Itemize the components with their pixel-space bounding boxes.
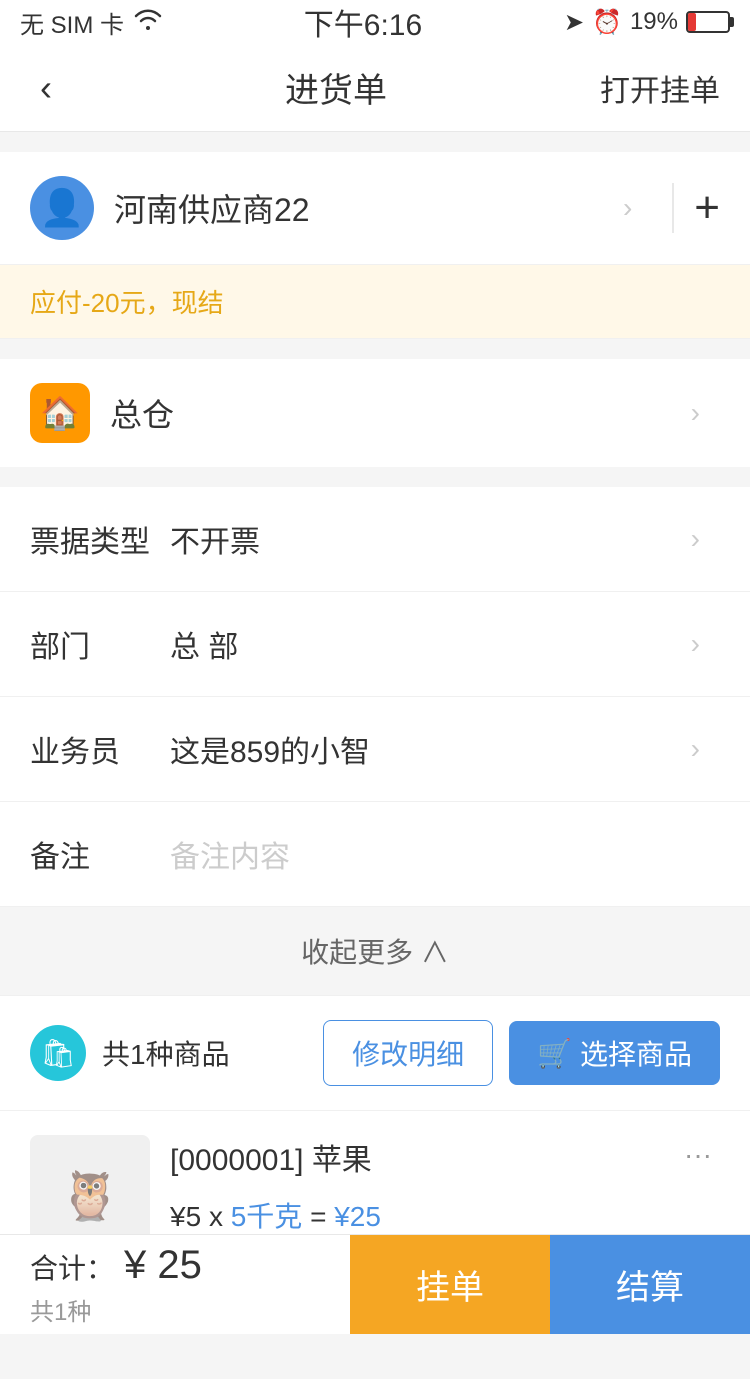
product-name: [0000001] 苹果 [170,1135,656,1179]
section-divider-1 [0,132,750,152]
status-time: 下午6:16 [304,0,422,44]
remark-row[interactable]: 备注 备注内容 [0,802,750,907]
collapse-button[interactable]: 收起更多 ∧ [0,907,750,995]
settle-button[interactable]: 结算 [550,1235,750,1334]
equals-sign: = [310,1201,334,1232]
battery-percent: 19% [630,8,678,36]
product-more-button[interactable]: ··· [676,1135,720,1175]
department-value: 总 部 [150,622,691,666]
back-button[interactable]: ‹ [30,57,62,119]
product-code: [0000001] [170,1144,303,1177]
price-separator: x [209,1201,231,1232]
owl-icon: 🦉 [60,1167,120,1224]
nav-bar: ‹ 进货单 打开挂单 [0,44,750,132]
form-section: 票据类型 不开票 › 部门 总 部 › 业务员 这是859的小智 › 备注 备注… [0,487,750,907]
supplier-divider [672,183,674,233]
product-title: 苹果 [312,1144,372,1177]
warehouse-name: 总仓 [110,390,691,436]
department-row[interactable]: 部门 总 部 › [0,592,750,697]
invoice-type-row[interactable]: 票据类型 不开票 › [0,487,750,592]
warehouse-icon: 🏠 [30,383,90,443]
status-bar: 无 SIM 卡 下午6:16 ➤ ⏰ 19% [0,0,750,44]
warehouse-row[interactable]: 🏠 总仓 › [0,359,750,467]
wifi-icon [134,8,162,37]
status-left: 无 SIM 卡 [20,5,162,40]
warehouse-section: 🏠 总仓 › [0,359,750,467]
select-product-label: 选择商品 [580,1033,692,1073]
warehouse-chevron-icon: › [691,397,700,429]
invoice-chevron-icon: › [691,523,700,555]
edit-detail-button[interactable]: 修改明细 [323,1020,493,1086]
section-divider-2 [0,339,750,359]
carrier-label: 无 SIM 卡 [20,5,124,40]
avatar-icon: 👤 [40,187,85,229]
cart-icon: 🛒 [537,1037,572,1070]
remark-label: 备注 [30,832,150,876]
supplier-avatar: 👤 [30,176,94,240]
price-value: ¥5 [170,1201,201,1232]
product-price: ¥5 x 5千克 = ¥25 [170,1195,656,1235]
status-right: ➤ ⏰ 19% [564,8,730,37]
remark-input[interactable]: 备注内容 [150,832,720,876]
product-info: [0000001] 苹果 ¥5 x 5千克 = ¥25 [170,1135,656,1235]
alarm-icon: ⏰ [592,8,622,37]
bag-icon: 🛍 [40,1037,76,1070]
quantity-value: 5千克 [231,1201,303,1232]
department-label: 部门 [30,622,150,666]
salesperson-row[interactable]: 业务员 这是859的小智 › [0,697,750,802]
footer-total-row: 合计： ¥ 25 [30,1243,320,1288]
home-icon: 🏠 [40,394,80,432]
location-icon: ➤ [564,8,584,37]
total-value: ¥25 [334,1201,381,1232]
supplier-notice: 应付-20元，现结 [0,265,750,339]
supplier-row[interactable]: 👤 河南供应商22 › + [0,152,750,265]
products-icon: 🛍 [30,1025,86,1081]
add-supplier-button[interactable]: + [694,186,720,230]
supplier-name: 河南供应商22 [114,185,623,231]
salesperson-label: 业务员 [30,727,150,771]
products-count: 共1种商品 [102,1033,323,1073]
total-label: 合计： [30,1247,114,1287]
page-title: 进货单 [72,63,600,112]
hang-button[interactable]: 挂单 [350,1235,550,1334]
select-product-button[interactable]: 🛒 选择商品 [509,1021,720,1085]
department-chevron-icon: › [691,628,700,660]
salesperson-value: 这是859的小智 [150,727,691,771]
footer-total-section: 合计： ¥ 25 共1种 [0,1235,350,1334]
invoice-label: 票据类型 [30,517,150,561]
footer: 合计： ¥ 25 共1种 挂单 结算 [0,1234,750,1334]
total-sub: 共1种 [30,1292,320,1327]
supplier-section: 👤 河南供应商22 › + 应付-20元，现结 [0,152,750,339]
salesperson-chevron-icon: › [691,733,700,765]
total-amount: ¥ 25 [124,1243,202,1288]
open-pending-button[interactable]: 打开挂单 [600,66,720,110]
products-header: 🛍 共1种商品 修改明细 🛒 选择商品 [0,995,750,1110]
chevron-right-icon: › [623,192,632,224]
invoice-value: 不开票 [150,517,691,561]
battery-icon [686,11,730,33]
